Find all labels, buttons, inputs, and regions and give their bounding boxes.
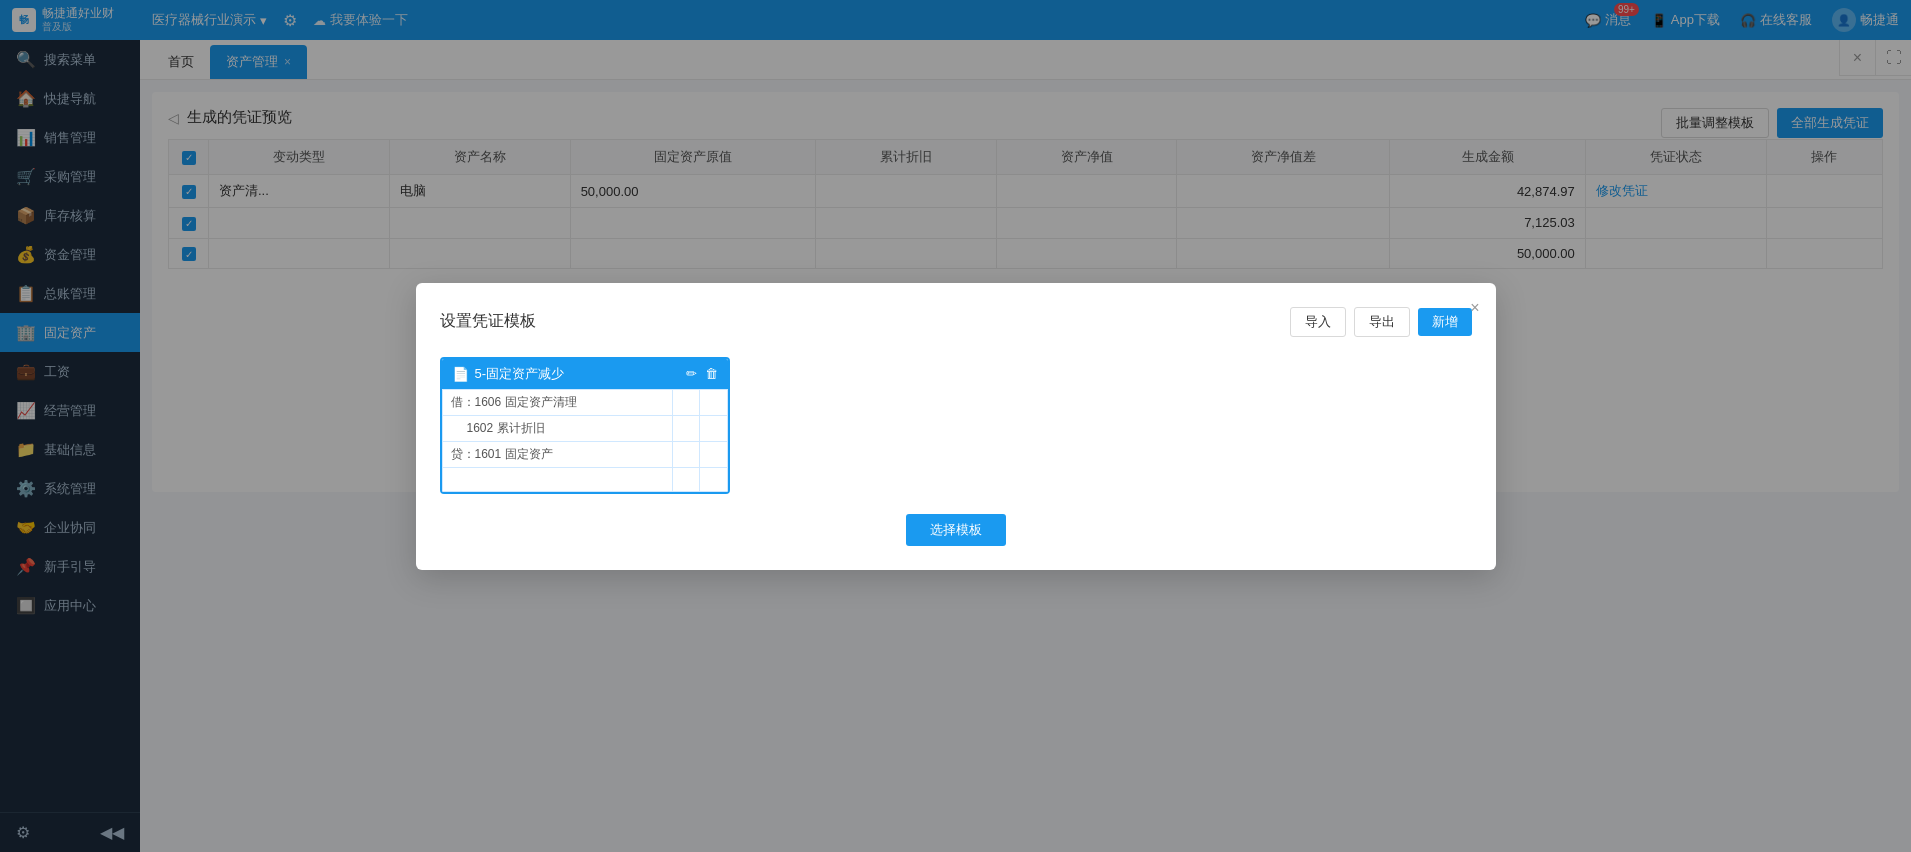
template-card-header: 📄 5-固定资产减少 ✏ 🗑 <box>442 359 728 389</box>
modal-header: 设置凭证模板 导入 导出 新增 <box>440 307 1472 337</box>
template-delete-icon[interactable]: 🗑 <box>705 366 718 381</box>
entry-empty <box>442 467 672 491</box>
entry-credit-amount <box>700 389 727 415</box>
table-row <box>442 467 727 491</box>
choose-template-button[interactable]: 选择模板 <box>906 514 1006 546</box>
entry-type-label: 1602 累计折旧 <box>442 415 672 441</box>
entry-credit-amount <box>700 415 727 441</box>
entry-type-label: 借：1606 固定资产清理 <box>442 389 672 415</box>
template-list: 📄 5-固定资产减少 ✏ 🗑 借：1606 固定资产清理 <box>440 357 1472 494</box>
template-edit-icon[interactable]: ✏ <box>686 366 697 381</box>
table-row: 贷：1601 固定资产 <box>442 441 727 467</box>
export-button[interactable]: 导出 <box>1354 307 1410 337</box>
template-entries-table: 借：1606 固定资产清理 1602 累计折旧 贷：1601 固定资产 <box>442 389 728 492</box>
import-button[interactable]: 导入 <box>1290 307 1346 337</box>
entry-credit-amount <box>700 441 727 467</box>
modal-title: 设置凭证模板 <box>440 311 536 332</box>
entry-col2 <box>672 467 699 491</box>
entry-debit-amount <box>672 415 699 441</box>
entry-debit-amount <box>672 389 699 415</box>
new-template-button[interactable]: 新增 <box>1418 308 1472 336</box>
entry-type-label: 贷：1601 固定资产 <box>442 441 672 467</box>
template-card-1: 📄 5-固定资产减少 ✏ 🗑 借：1606 固定资产清理 <box>440 357 730 494</box>
template-card-header-left: 📄 5-固定资产减少 <box>452 365 565 383</box>
modal-header-actions: 导入 导出 新增 <box>1290 307 1472 337</box>
modal-overlay: × 设置凭证模板 导入 导出 新增 📄 5-固定资产减少 ✏ <box>0 0 1911 852</box>
table-row: 借：1606 固定资产清理 <box>442 389 727 415</box>
table-row: 1602 累计折旧 <box>442 415 727 441</box>
entry-debit-amount <box>672 441 699 467</box>
modal-close-button[interactable]: × <box>1470 299 1479 317</box>
template-doc-icon: 📄 <box>452 366 469 382</box>
entry-col3 <box>700 467 727 491</box>
template-title: 5-固定资产减少 <box>475 365 565 383</box>
template-card-actions: ✏ 🗑 <box>686 366 718 381</box>
modal-set-template: × 设置凭证模板 导入 导出 新增 📄 5-固定资产减少 ✏ <box>416 283 1496 570</box>
